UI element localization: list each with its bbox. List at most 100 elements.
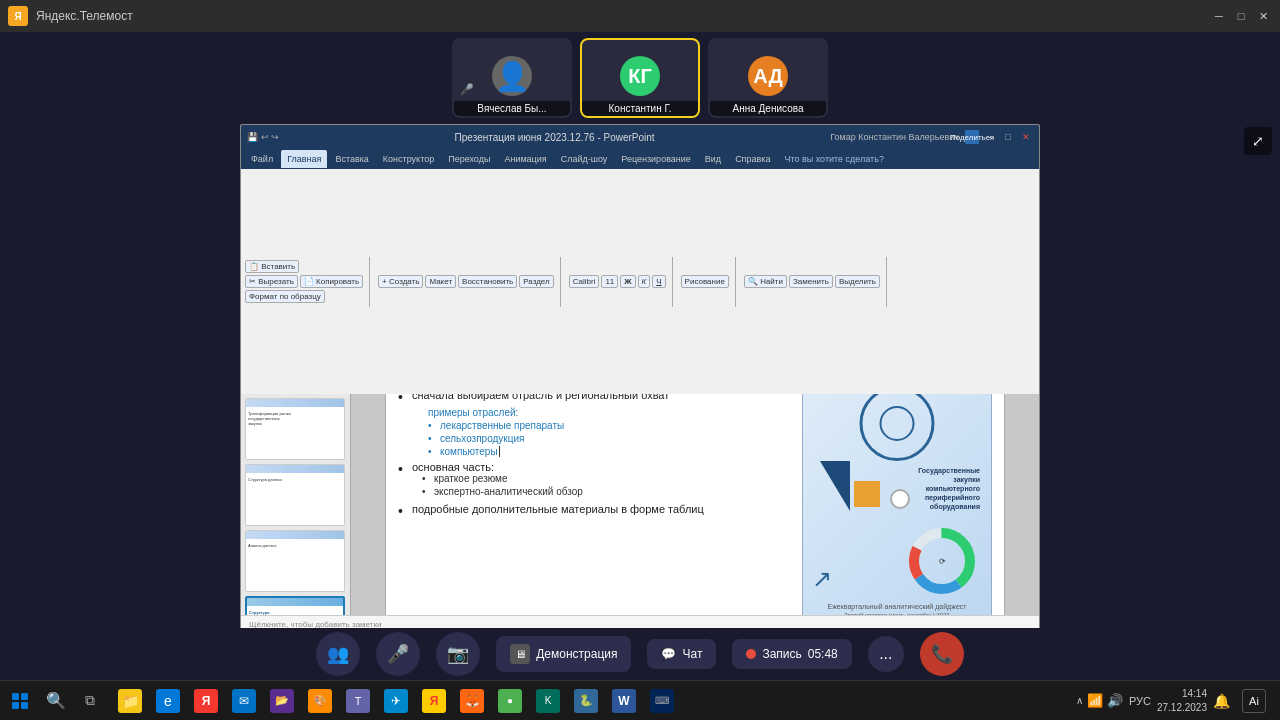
font-select[interactable]: Calibri [569, 275, 600, 288]
font-bold[interactable]: Ж [620, 275, 635, 288]
ribbon-tab-slideshow[interactable]: Слайд-шоу [555, 150, 614, 168]
ribbon-tab-insert[interactable]: Вставка [329, 150, 374, 168]
video-button[interactable]: 📷 [436, 632, 480, 676]
toolbar-group-slides: + Создать Макет Восстановить Раздел [378, 257, 561, 307]
font-underline[interactable]: Ч [652, 275, 665, 288]
ai-button[interactable]: Ai [1236, 683, 1272, 719]
shapes-button[interactable]: Рисование [681, 275, 729, 288]
slide-thumb-2[interactable]: Структура данных [245, 464, 345, 526]
ribbon-tab-view[interactable]: Вид [699, 150, 727, 168]
slide-thumb-4[interactable]: Структураотраслевогоотчета [245, 596, 345, 615]
ribbon-tab-home[interactable]: Главная [281, 150, 327, 168]
taskbar-search-button[interactable]: 🔍 [40, 685, 72, 717]
format-copy-button[interactable]: Формат по образцу [245, 290, 325, 303]
microphone-icon: 🎤 [387, 643, 409, 665]
ribbon-tab-file[interactable]: Файл [245, 150, 279, 168]
layout-button[interactable]: Макет [425, 275, 456, 288]
more-icon: ... [879, 645, 892, 663]
tray-expand-icon[interactable]: ∧ [1076, 695, 1083, 706]
clock[interactable]: 14:14 27.12.2023 [1157, 687, 1207, 715]
telegram-button[interactable]: ✈ [378, 683, 414, 719]
terminal-button[interactable]: ⌨ [644, 683, 680, 719]
chrome-icon: ● [498, 689, 522, 713]
demo-label: Демонстрация [536, 647, 617, 661]
replace-button[interactable]: Заменить [789, 275, 833, 288]
notification-icon[interactable]: 🔔 [1213, 693, 1230, 709]
yandex-button[interactable]: Я [416, 683, 452, 719]
select-button[interactable]: Выделить [835, 275, 880, 288]
edge-button[interactable]: e [150, 683, 186, 719]
chat-button[interactable]: 💬 Чат [647, 639, 716, 669]
maximize-button[interactable]: □ [1232, 7, 1250, 25]
ppt-owner: Гомар Константин Валерьевич [830, 132, 959, 142]
start-button[interactable] [0, 681, 40, 721]
slide-thumb-1[interactable]: Трансформация рынкагосударственныхзакупо… [245, 398, 345, 460]
camera-icon: 📷 [447, 643, 469, 665]
slide-bullets: сначала выбираем отрасль и региональный … [398, 394, 792, 515]
language-indicator[interactable]: РУС [1129, 695, 1151, 707]
reset-button[interactable]: Восстановить [458, 275, 517, 288]
slide-thumb-wrapper-4: 4 Структураотраслевогоотчета [245, 596, 346, 615]
firefox-button[interactable]: 🦊 [454, 683, 490, 719]
explorer-button[interactable]: 📁 [112, 683, 148, 719]
chrome-button[interactable]: ● [492, 683, 528, 719]
mute-button[interactable]: 🎤 [376, 632, 420, 676]
close-button[interactable]: ✕ [1254, 7, 1272, 25]
cut-button[interactable]: ✂ Вырезать [245, 275, 298, 288]
ribbon-tab-design[interactable]: Конструктор [377, 150, 440, 168]
task-view-button[interactable]: ⧉ [72, 683, 108, 719]
participant-card-vyacheslav[interactable]: 👤 🎤 Вячеслав Бы... [452, 38, 572, 118]
font-size-select[interactable]: 11 [601, 275, 618, 288]
new-slide-button[interactable]: + Создать [378, 275, 423, 288]
expand-button[interactable]: ⤢ [1244, 127, 1272, 155]
volume-icon[interactable]: 🔊 [1107, 693, 1123, 708]
ribbon-tab-animation[interactable]: Анимация [498, 150, 552, 168]
section-button[interactable]: Раздел [519, 275, 553, 288]
word-button[interactable]: W [606, 683, 642, 719]
ribbon-tab-help[interactable]: Справка [729, 150, 776, 168]
ppt-share-button[interactable]: Поделиться [965, 130, 979, 144]
ppt-close-button[interactable]: ✕ [1019, 130, 1033, 144]
mail-button[interactable]: ✉ [226, 683, 262, 719]
files-button[interactable]: 📂 [264, 683, 300, 719]
toolbar-group-clipboard: 📋 Вставить ✂ Вырезать 📄 Копировать Форма… [245, 257, 370, 307]
donut-chart: ⟳ [907, 526, 977, 596]
more-button[interactable]: ... [868, 636, 904, 672]
participant-card-konstantin[interactable]: КГ Константин Г. [580, 38, 700, 118]
participant-card-anna[interactable]: АД Анна Денисова [708, 38, 828, 118]
sub-bullet-2: экспертно-аналитический обзор [422, 486, 792, 497]
chat-label: Чат [682, 647, 702, 661]
kaspersky-button[interactable]: K [530, 683, 566, 719]
network-icon[interactable]: 📶 [1087, 693, 1103, 708]
edge-icon: e [156, 689, 180, 713]
example-1: лекарственные препараты [428, 420, 792, 431]
paint-button[interactable]: 🎨 [302, 683, 338, 719]
slides-panel: 1 Трансформация рынкагосударственныхзаку… [241, 394, 351, 615]
slide-thumb-3[interactable]: Анализ данных [245, 530, 345, 592]
end-call-button[interactable]: 📞 [920, 632, 964, 676]
ppt-maximize-button[interactable]: □ [1001, 130, 1015, 144]
demo-button[interactable]: 🖥 Демонстрация [496, 636, 631, 672]
ribbon-tab-search[interactable]: Что вы хотите сделать? [778, 150, 890, 168]
right-panel-bottom: Третий квартал (июль-сентябрь) 2023 [844, 612, 949, 616]
time: 14:14 [1157, 687, 1207, 701]
paint-icon: 🎨 [308, 689, 332, 713]
toolbar-group-font: Calibri 11 Ж К Ч [569, 257, 673, 307]
python-icon: 🐍 [574, 689, 598, 713]
toolbar-group-draw: Рисование [681, 257, 736, 307]
minimize-button[interactable]: ─ [1210, 7, 1228, 25]
font-italic[interactable]: К [638, 275, 651, 288]
record-dot-icon [746, 649, 756, 659]
ppt-minimize-button[interactable]: ─ [983, 130, 997, 144]
paste-button[interactable]: 📋 Вставить [245, 260, 299, 273]
teams-button[interactable]: T [340, 683, 376, 719]
record-button[interactable]: Запись 05:48 [732, 639, 851, 669]
ribbon-tab-review[interactable]: Рецензирование [615, 150, 697, 168]
find-button[interactable]: 🔍 Найти [744, 275, 787, 288]
slide-content-area[interactable]: АО «Единая электронная торговая площадка… [351, 394, 1039, 615]
ribbon-tab-transitions[interactable]: Переходы [442, 150, 496, 168]
python-button[interactable]: 🐍 [568, 683, 604, 719]
add-participant-button[interactable]: 👥 [316, 632, 360, 676]
copy-button[interactable]: 📄 Копировать [300, 275, 363, 288]
yandex-browser-button[interactable]: Я [188, 683, 224, 719]
